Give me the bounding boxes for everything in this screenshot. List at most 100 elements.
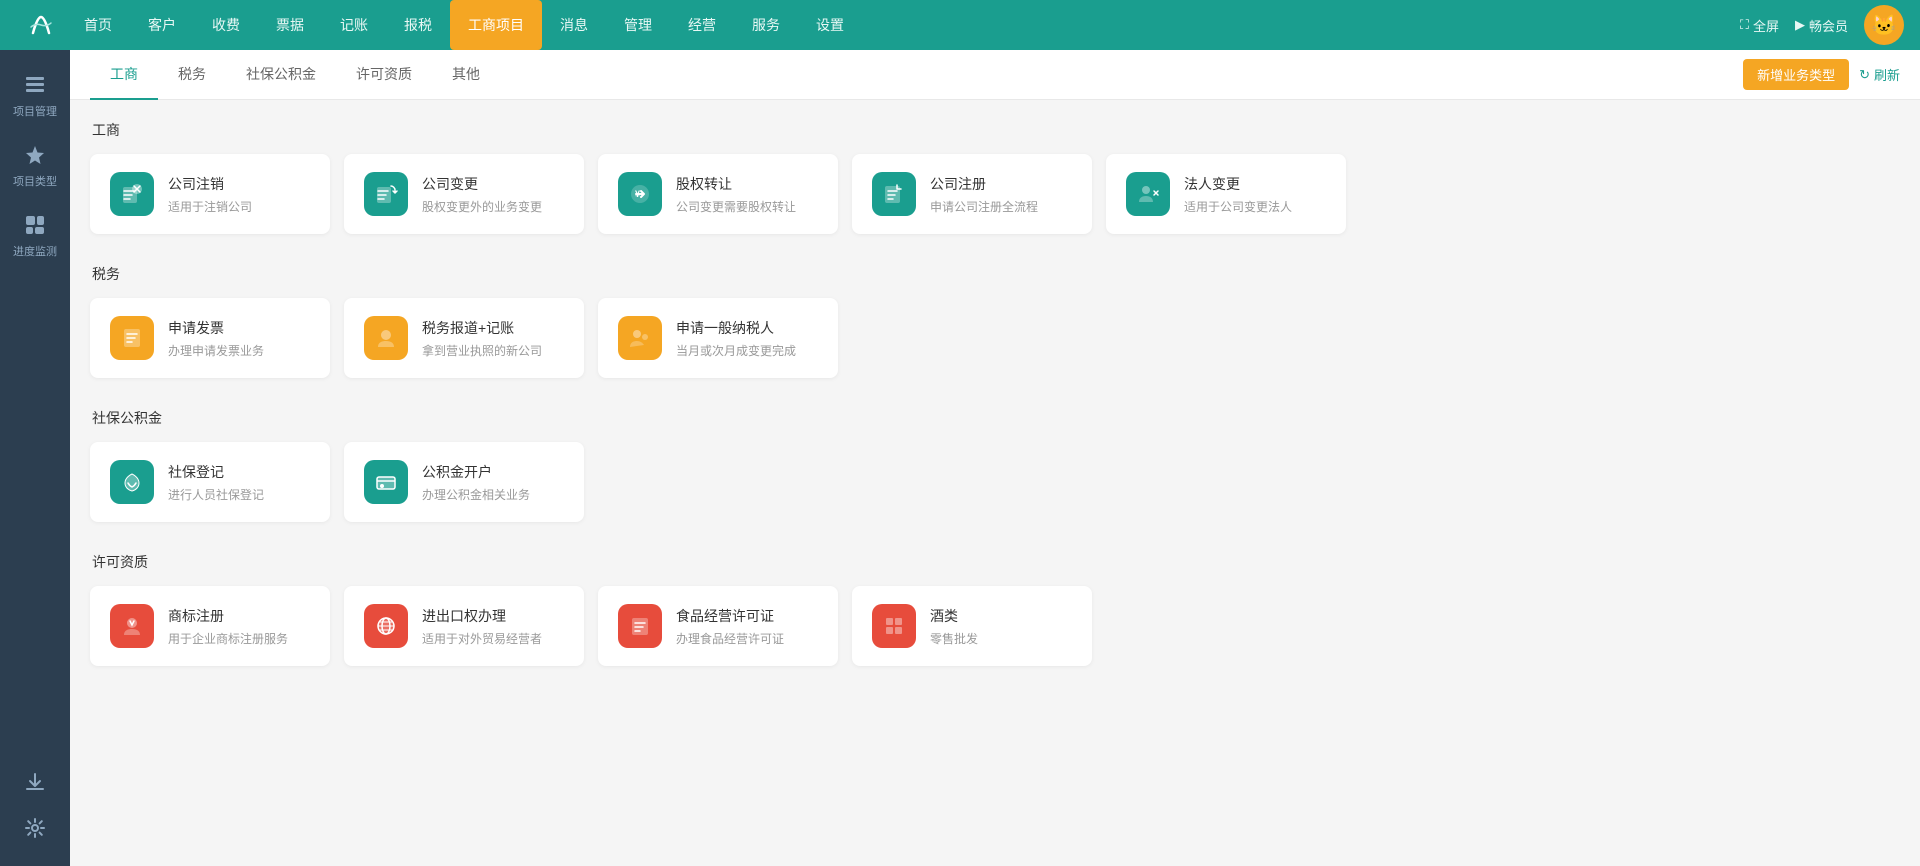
card-title: 申请一般纳税人	[676, 318, 796, 338]
sidebar-label-project-management: 项目管理	[13, 103, 57, 119]
card-desc: 办理公积金相关业务	[422, 486, 530, 503]
nav-item-报税[interactable]: 报税	[386, 0, 450, 50]
card-text: 食品经营许可证办理食品经营许可证	[676, 606, 784, 647]
card-text: 税务报道+记账拿到营业执照的新公司	[422, 318, 542, 359]
card-icon	[872, 172, 916, 216]
service-card[interactable]: 法人变更适用于公司变更法人	[1106, 154, 1346, 234]
card-desc: 适用于对外贸易经营者	[422, 630, 542, 647]
scrollable-content[interactable]: 工商公司注销适用于注销公司 公司变更股权变更外的业务变更 ¥ 股权转让公司变更需要股权…	[70, 100, 1920, 866]
section-title: 社保公积金	[90, 408, 1900, 428]
card-icon	[110, 316, 154, 360]
nav-item-客户[interactable]: 客户	[130, 0, 194, 50]
tab-qita[interactable]: 其他	[432, 50, 500, 100]
card-text: 社保登记进行人员社保登记	[168, 462, 264, 503]
card-desc: 办理申请发票业务	[168, 342, 264, 359]
card-title: 公司注销	[168, 174, 252, 194]
card-title: 公司变更	[422, 174, 542, 194]
card-title: 公司注册	[930, 174, 1038, 194]
card-title: 股权转让	[676, 174, 796, 194]
nav-item-管理[interactable]: 管理	[606, 0, 670, 50]
refresh-label: 刷新	[1874, 65, 1900, 84]
service-card[interactable]: 申请发票办理申请发票业务	[90, 298, 330, 378]
service-card[interactable]: 食品经营许可证办理食品经营许可证	[598, 586, 838, 666]
section-税务: 税务申请发票办理申请发票业务 税务报道+记账拿到营业执照的新公司 申请一般纳税人当月…	[90, 264, 1900, 378]
mascot-avatar: 🐱	[1864, 5, 1904, 45]
card-desc: 办理食品经营许可证	[676, 630, 784, 647]
card-desc: 进行人员社保登记	[168, 486, 264, 503]
card-text: 股权转让公司变更需要股权转让	[676, 174, 796, 215]
service-card[interactable]: 公司注册申请公司注册全流程	[852, 154, 1092, 234]
left-sidebar: 项目管理 项目类型 进度监测	[0, 50, 70, 866]
service-card[interactable]: 公司变更股权变更外的业务变更	[344, 154, 584, 234]
cards-grid: 申请发票办理申请发票业务 税务报道+记账拿到营业执照的新公司 申请一般纳税人当月或次…	[90, 298, 1900, 378]
service-card[interactable]: 进出口权办理适用于对外贸易经营者	[344, 586, 584, 666]
refresh-icon: ↻	[1859, 67, 1870, 83]
service-card[interactable]: 税务报道+记账拿到营业执照的新公司	[344, 298, 584, 378]
nav-item-服务[interactable]: 服务	[734, 0, 798, 50]
vip-button[interactable]: ▶ 畅会员	[1795, 16, 1848, 35]
tab-bar: 工商 税务 社保公积金 许可资质 其他 新增业务类型 ↻ 刷新	[70, 50, 1920, 100]
section-title: 工商	[90, 120, 1900, 140]
card-title: 公积金开户	[422, 462, 530, 482]
sidebar-item-project-management[interactable]: 项目管理	[0, 60, 70, 130]
service-card[interactable]: 公司注销适用于注销公司	[90, 154, 330, 234]
card-icon	[364, 604, 408, 648]
service-card[interactable]: 酒类零售批发	[852, 586, 1092, 666]
section-title: 许可资质	[90, 552, 1900, 572]
card-desc: 用于企业商标注册服务	[168, 630, 288, 647]
sidebar-item-progress-monitor[interactable]: 进度监测	[0, 200, 70, 270]
svg-text:¥: ¥	[635, 189, 640, 199]
section-工商: 工商公司注销适用于注销公司 公司变更股权变更外的业务变更 ¥ 股权转让公司变更需要股权…	[90, 120, 1900, 234]
card-desc: 适用于公司变更法人	[1184, 198, 1292, 215]
tab-gongshang[interactable]: 工商	[90, 50, 158, 100]
content-area: 工商 税务 社保公积金 许可资质 其他 新增业务类型 ↻ 刷新 工商公司注销适用…	[70, 50, 1920, 866]
service-card[interactable]: 公积金开户办理公积金相关业务	[344, 442, 584, 522]
tab-shebao[interactable]: 社保公积金	[226, 50, 336, 100]
card-title: 商标注册	[168, 606, 288, 626]
settings-icon[interactable]	[17, 810, 53, 846]
nav-item-设置[interactable]: 设置	[798, 0, 862, 50]
sidebar-bottom	[17, 764, 53, 866]
vip-icon: ▶	[1795, 17, 1805, 33]
nav-item-票据[interactable]: 票据	[258, 0, 322, 50]
card-icon	[110, 460, 154, 504]
service-card[interactable]: ¥ 股权转让公司变更需要股权转让	[598, 154, 838, 234]
nav-item-工商项目[interactable]: 工商项目	[450, 0, 542, 50]
nav-item-记账[interactable]: 记账	[322, 0, 386, 50]
fullscreen-label: 全屏	[1753, 16, 1779, 35]
section-title: 税务	[90, 264, 1900, 284]
card-icon	[110, 604, 154, 648]
tab-shuiwu[interactable]: 税务	[158, 50, 226, 100]
card-text: 商标注册用于企业商标注册服务	[168, 606, 288, 647]
card-desc: 股权变更外的业务变更	[422, 198, 542, 215]
sidebar-item-project-type[interactable]: 项目类型	[0, 130, 70, 200]
nav-item-首页[interactable]: 首页	[66, 0, 130, 50]
download-icon[interactable]	[17, 764, 53, 800]
card-text: 公积金开户办理公积金相关业务	[422, 462, 530, 503]
vip-label: 畅会员	[1809, 16, 1848, 35]
nav-item-经营[interactable]: 经营	[670, 0, 734, 50]
card-icon	[110, 172, 154, 216]
card-text: 进出口权办理适用于对外贸易经营者	[422, 606, 542, 647]
service-card[interactable]: 申请一般纳税人当月或次月成变更完成	[598, 298, 838, 378]
service-card[interactable]: 商标注册用于企业商标注册服务	[90, 586, 330, 666]
card-title: 税务报道+记账	[422, 318, 542, 338]
nav-item-消息[interactable]: 消息	[542, 0, 606, 50]
card-text: 申请发票办理申请发票业务	[168, 318, 264, 359]
card-icon	[618, 604, 662, 648]
refresh-button[interactable]: ↻ 刷新	[1859, 65, 1900, 84]
nav-item-收费[interactable]: 收费	[194, 0, 258, 50]
cards-grid: 商标注册用于企业商标注册服务 进出口权办理适用于对外贸易经营者 食品经营许可证办理食…	[90, 586, 1900, 666]
section-许可资质: 许可资质商标注册用于企业商标注册服务 进出口权办理适用于对外贸易经营者 食品经营许可…	[90, 552, 1900, 666]
add-type-button[interactable]: 新增业务类型	[1743, 59, 1849, 90]
card-icon	[872, 604, 916, 648]
card-desc: 零售批发	[930, 630, 978, 647]
section-社保公积金: 社保公积金社保登记进行人员社保登记 公积金开户办理公积金相关业务	[90, 408, 1900, 522]
card-text: 酒类零售批发	[930, 606, 978, 647]
card-text: 公司注销适用于注销公司	[168, 174, 252, 215]
tab-xuke[interactable]: 许可资质	[336, 50, 432, 100]
card-text: 公司注册申请公司注册全流程	[930, 174, 1038, 215]
card-title: 食品经营许可证	[676, 606, 784, 626]
service-card[interactable]: 社保登记进行人员社保登记	[90, 442, 330, 522]
fullscreen-button[interactable]: ⛶ 全屏	[1740, 16, 1779, 35]
